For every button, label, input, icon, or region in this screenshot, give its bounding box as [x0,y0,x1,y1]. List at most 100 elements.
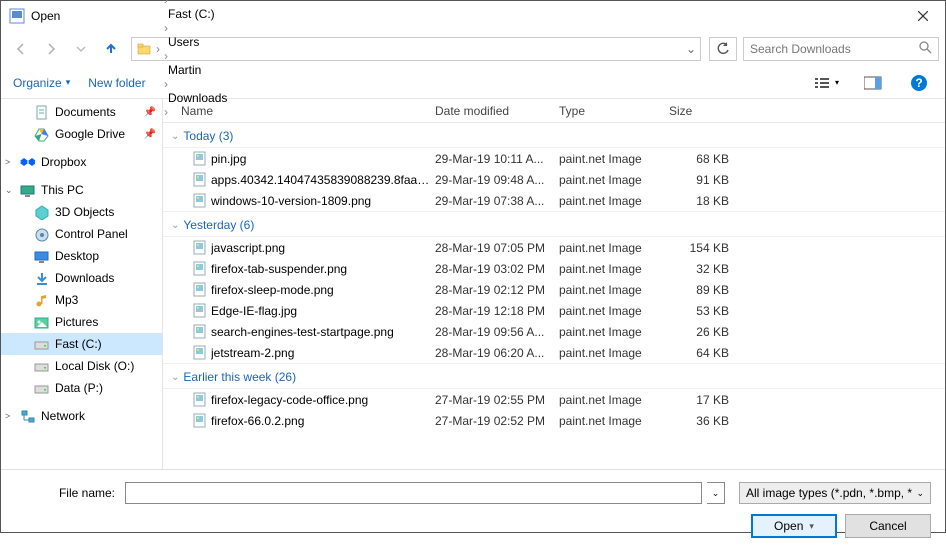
sidebar-item[interactable]: 3D Objects [1,201,162,223]
folder-icon [136,41,152,57]
disk-icon [33,358,49,374]
chevron-right-icon[interactable]: › [154,42,162,56]
image-file-icon [191,240,207,256]
column-name[interactable]: Name [181,104,435,118]
sidebar-item[interactable]: Google Drive📌 [1,123,162,145]
column-type[interactable]: Type [559,104,669,118]
sidebar-item[interactable]: ˃Network [1,405,162,427]
chevron-down-icon: ⌄ [171,372,179,383]
breadcrumb[interactable]: › This PC›Fast (C:)›Users›Martin›Downloa… [131,37,701,61]
view-options-button[interactable]: ▾ [813,71,841,95]
app-icon [9,8,25,24]
back-button[interactable] [7,35,35,63]
chevron-right-icon[interactable]: › [162,49,170,63]
file-name: firefox-legacy-code-office.png [211,393,435,407]
sidebar-label: Pictures [55,315,98,329]
sidebar-item[interactable]: Fast (C:) [1,333,162,355]
cancel-button[interactable]: Cancel [845,514,931,538]
sidebar-item[interactable]: Desktop [1,245,162,267]
image-file-icon [191,172,207,188]
file-date: 27-Mar-19 02:55 PM [435,393,559,407]
sidebar-label: Fast (C:) [55,337,102,351]
open-button[interactable]: Open▾ [751,514,837,538]
file-date: 28-Mar-19 03:02 PM [435,262,559,276]
sidebar-item[interactable]: Mp3 [1,289,162,311]
file-date: 28-Mar-19 09:56 A... [435,325,559,339]
breadcrumb-segment[interactable]: Users [162,35,233,49]
sidebar-item[interactable]: Local Disk (O:) [1,355,162,377]
file-size: 36 KB [669,414,729,428]
file-date: 27-Mar-19 02:52 PM [435,414,559,428]
sidebar-item[interactable]: Data (P:) [1,377,162,399]
filename-dropdown[interactable]: ⌄ [707,482,725,504]
file-date: 28-Mar-19 07:05 PM [435,241,559,255]
preview-pane-button[interactable] [859,71,887,95]
chevron-down-icon: ⌄ [171,131,179,142]
sidebar-label: Documents [55,105,116,119]
breadcrumb-dropdown[interactable]: ⌄ [682,42,700,56]
search-input[interactable]: Search Downloads [743,37,939,61]
sidebar-item[interactable]: ˃Dropbox [1,151,162,173]
file-date: 29-Mar-19 07:38 A... [435,194,559,208]
file-size: 68 KB [669,152,729,166]
refresh-button[interactable] [709,37,737,61]
file-row[interactable]: Edge-IE-flag.jpg28-Mar-19 12:18 PMpaint.… [163,300,945,321]
expand-icon[interactable]: ⌄ [5,185,13,196]
sidebar-item[interactable]: Control Panel [1,223,162,245]
file-type: paint.net Image [559,414,669,428]
close-button[interactable] [900,1,945,31]
file-name: Edge-IE-flag.jpg [211,304,435,318]
expand-icon[interactable]: ˃ [5,157,10,167]
image-file-icon [191,282,207,298]
file-name: windows-10-version-1809.png [211,194,435,208]
chevron-right-icon[interactable]: › [162,77,170,91]
sidebar-item[interactable]: ⌄ This PC [1,179,162,201]
forward-button[interactable] [37,35,65,63]
breadcrumb-segment[interactable]: Martin [162,63,233,77]
file-row[interactable]: firefox-sleep-mode.png28-Mar-19 02:12 PM… [163,279,945,300]
sidebar-label: This PC [41,183,84,197]
group-header[interactable]: ⌄Yesterday (6) [163,211,945,237]
chevron-right-icon[interactable]: › [162,21,170,35]
file-row[interactable]: firefox-legacy-code-office.png27-Mar-19 … [163,389,945,410]
up-button[interactable] [97,35,125,63]
file-type: paint.net Image [559,262,669,276]
breadcrumb-segment[interactable]: Fast (C:) [162,7,233,21]
sidebar-item[interactable]: Downloads [1,267,162,289]
expand-icon[interactable]: ˃ [5,411,10,421]
group-header[interactable]: ⌄Earlier this week (26) [163,363,945,389]
file-row[interactable]: search-engines-test-startpage.png28-Mar-… [163,321,945,342]
help-button[interactable]: ? [905,71,933,95]
search-placeholder: Search Downloads [750,42,919,56]
file-row[interactable]: windows-10-version-1809.png29-Mar-19 07:… [163,190,945,211]
sidebar-item[interactable]: Documents 📌 [1,101,162,123]
group-header[interactable]: ⌄Today (3) [163,123,945,148]
chevron-right-icon[interactable]: › [162,0,170,7]
organize-menu[interactable]: Organize▾ [13,76,70,90]
file-row[interactable]: firefox-66.0.2.png27-Mar-19 02:52 PMpain… [163,410,945,431]
pin-icon: 📌 [144,107,156,118]
file-size: 26 KB [669,325,729,339]
file-row[interactable]: firefox-tab-suspender.png28-Mar-19 03:02… [163,258,945,279]
disk-icon [33,336,49,352]
file-name: pin.jpg [211,152,435,166]
file-size: 18 KB [669,194,729,208]
sidebar-label: Local Disk (O:) [55,359,134,373]
sidebar-item[interactable]: Pictures [1,311,162,333]
file-size: 64 KB [669,346,729,360]
column-date[interactable]: Date modified [435,104,559,118]
file-size: 154 KB [669,241,729,255]
column-size[interactable]: Size [669,104,749,118]
new-folder-button[interactable]: New folder [88,76,145,90]
recent-dropdown[interactable] [67,35,95,63]
file-row[interactable]: apps.40342.14047435839088239.8faa635f-..… [163,169,945,190]
file-type-filter[interactable]: All image types (*.pdn, *.bmp, *⌄ [739,482,931,504]
file-name: firefox-66.0.2.png [211,414,435,428]
split-dropdown-icon[interactable]: ▾ [809,521,814,532]
filename-input[interactable] [125,482,702,504]
desktop-icon [33,248,49,264]
dropbox-icon [19,154,35,170]
file-row[interactable]: pin.jpg29-Mar-19 10:11 A...paint.net Ima… [163,148,945,169]
file-row[interactable]: javascript.png28-Mar-19 07:05 PMpaint.ne… [163,237,945,258]
file-row[interactable]: jetstream-2.png28-Mar-19 06:20 A...paint… [163,342,945,363]
